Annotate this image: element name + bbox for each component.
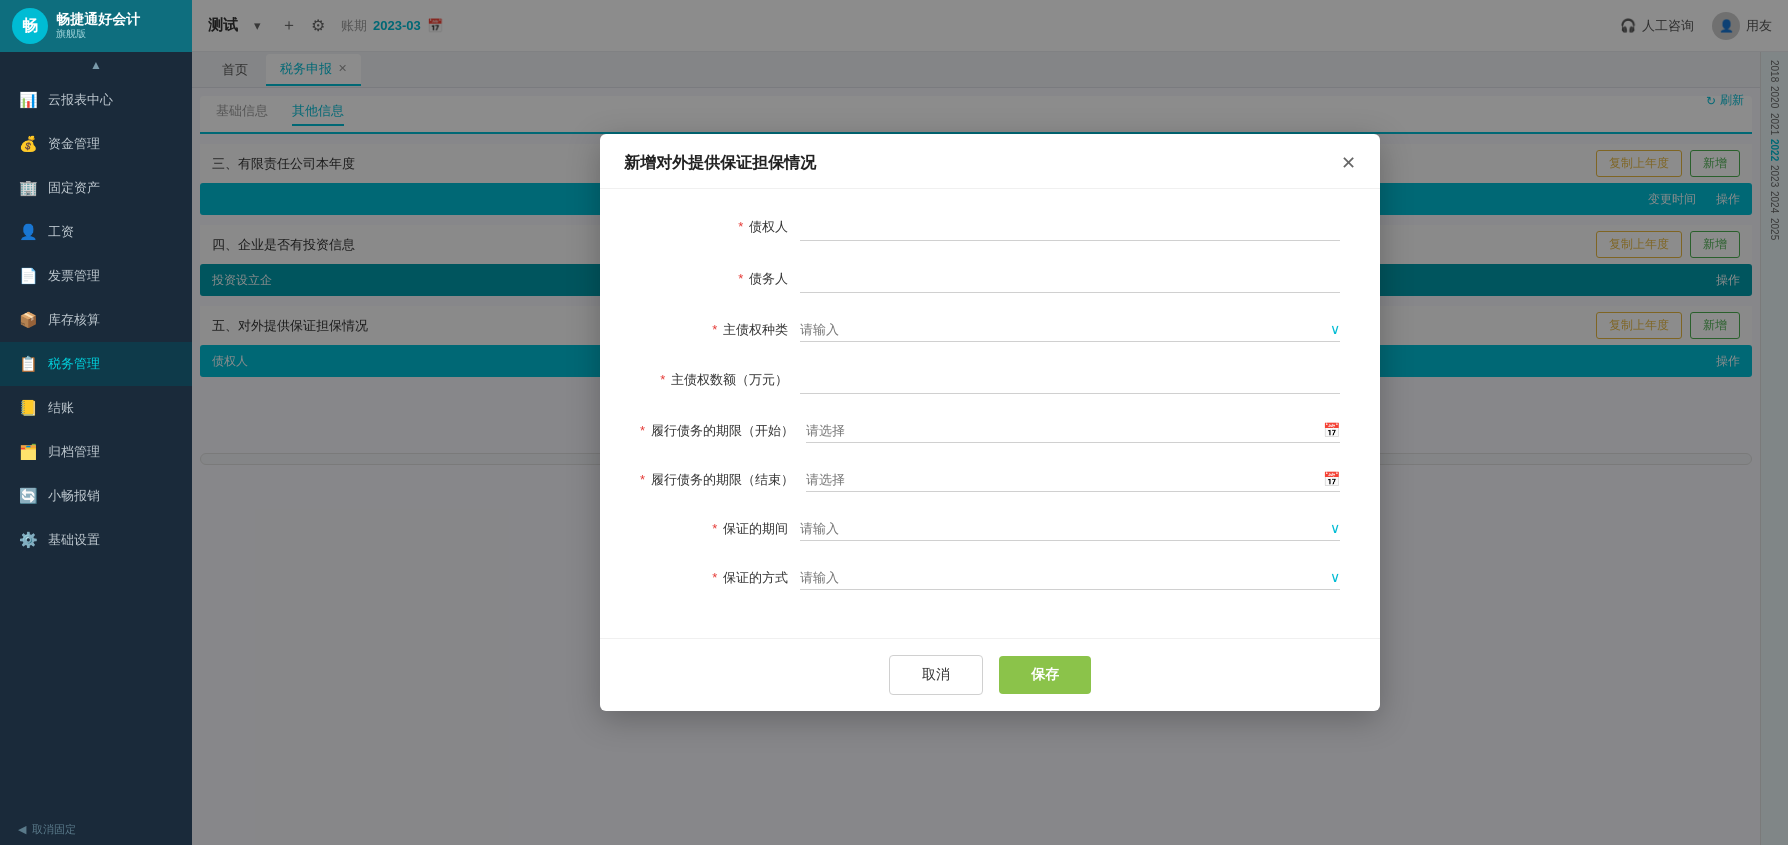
dialog-close-button[interactable]: ✕ (1341, 152, 1356, 174)
sidebar-item-label: 归档管理 (48, 443, 100, 461)
unpin-label: 取消固定 (32, 822, 76, 837)
unpin-icon: ◀ (18, 823, 26, 836)
period-start-label: * 履行债务的期限（开始） (640, 422, 806, 440)
sidebar-item-yunbaobiao[interactable]: 📊 云报表中心 (0, 78, 192, 122)
sidebar-item-label: 税务管理 (48, 355, 100, 373)
debt-type-input[interactable] (800, 322, 1330, 337)
debt-type-select-wrapper: ∨ (800, 317, 1340, 342)
yunbaobiao-icon: 📊 (18, 90, 38, 110)
sidebar: 畅 畅捷通好会计 旗舰版 ▲ 📊 云报表中心 💰 资金管理 🏢 固定资产 👤 (0, 0, 192, 845)
debt-type-dropdown-icon[interactable]: ∨ (1330, 321, 1340, 337)
kucun-icon: 📦 (18, 310, 38, 330)
debt-amount-label: * 主债权数额（万元） (640, 371, 800, 389)
debt-type-label: * 主债权种类 (640, 321, 800, 339)
dialog-footer: 取消 保存 (600, 638, 1380, 711)
sidebar-header: 畅 畅捷通好会计 旗舰版 (0, 0, 192, 52)
app-logo: 畅 (12, 8, 48, 44)
app-subtitle: 旗舰版 (56, 27, 140, 41)
form-row-creditor: * 债权人 (640, 213, 1340, 241)
required-star: * (738, 219, 743, 234)
save-button[interactable]: 保存 (999, 656, 1091, 694)
period-end-input[interactable] (806, 472, 1323, 487)
creditor-input[interactable] (800, 213, 1340, 241)
form-row-period-end: * 履行债务的期限（结束） 📅 (640, 467, 1340, 492)
sidebar-item-gongzi[interactable]: 👤 工资 (0, 210, 192, 254)
sidebar-bottom[interactable]: ◀ 取消固定 (0, 814, 192, 845)
sidebar-item-fapiao[interactable]: 📄 发票管理 (0, 254, 192, 298)
required-star: * (712, 322, 717, 337)
debtor-input[interactable] (800, 265, 1340, 293)
form-row-guarantee-period: * 保证的期间 ∨ (640, 516, 1340, 541)
period-start-input[interactable] (806, 423, 1323, 438)
dialog: 新增对外提供保证担保情况 ✕ * 债权人 * (600, 134, 1380, 711)
sidebar-scroll-up[interactable]: ▲ (0, 52, 192, 78)
main-content: 测试 ▾ ＋ ⚙ 账期 2023-03 📅 🎧 人工咨询 👤 (192, 0, 1788, 845)
guarantee-period-input[interactable] (800, 521, 1330, 536)
sidebar-item-guidang[interactable]: 🗂️ 归档管理 (0, 430, 192, 474)
fapiao-icon: 📄 (18, 266, 38, 286)
sidebar-item-label: 工资 (48, 223, 74, 241)
period-end-calendar-icon[interactable]: 📅 (1323, 471, 1340, 487)
period-end-wrapper: 📅 (806, 467, 1340, 492)
guarantee-method-label: * 保证的方式 (640, 569, 800, 587)
debtor-label: * 债务人 (640, 270, 800, 288)
sidebar-nav: 📊 云报表中心 💰 资金管理 🏢 固定资产 👤 工资 📄 发票管理 📦 (0, 78, 192, 814)
sidebar-item-shuiwu[interactable]: 📋 税务管理 (0, 342, 192, 386)
guarantee-method-input[interactable] (800, 570, 1330, 585)
sidebar-item-label: 基础设置 (48, 531, 100, 549)
guarantee-method-select-wrapper: ∨ (800, 565, 1340, 590)
gongzi-icon: 👤 (18, 222, 38, 242)
period-end-label: * 履行债务的期限（结束） (640, 471, 806, 489)
app-title: 畅捷通好会计 (56, 11, 140, 28)
sidebar-item-label: 固定资产 (48, 179, 100, 197)
cancel-button[interactable]: 取消 (889, 655, 983, 695)
zijin-icon: 💰 (18, 134, 38, 154)
sidebar-item-kucun[interactable]: 📦 库存核算 (0, 298, 192, 342)
required-star: * (640, 472, 645, 487)
debt-amount-input[interactable] (800, 366, 1340, 394)
sidebar-item-zijin[interactable]: 💰 资金管理 (0, 122, 192, 166)
sidebar-item-gudingzichan[interactable]: 🏢 固定资产 (0, 166, 192, 210)
sidebar-item-jichushezhi[interactable]: ⚙️ 基础设置 (0, 518, 192, 562)
form-row-period-start: * 履行债务的期限（开始） 📅 (640, 418, 1340, 443)
guarantee-period-dropdown-icon[interactable]: ∨ (1330, 520, 1340, 536)
gudingzichan-icon: 🏢 (18, 178, 38, 198)
required-star: * (712, 521, 717, 536)
jiezhang-icon: 📒 (18, 398, 38, 418)
required-star: * (660, 372, 665, 387)
guarantee-method-dropdown-icon[interactable]: ∨ (1330, 569, 1340, 585)
required-star: * (738, 271, 743, 286)
sidebar-item-label: 小畅报销 (48, 487, 100, 505)
period-start-wrapper: 📅 (806, 418, 1340, 443)
sidebar-item-label: 库存核算 (48, 311, 100, 329)
required-star: * (640, 423, 645, 438)
dialog-title: 新增对外提供保证担保情况 (624, 153, 816, 174)
guarantee-period-label: * 保证的期间 (640, 520, 800, 538)
form-row-guarantee-method: * 保证的方式 ∨ (640, 565, 1340, 590)
sidebar-item-label: 结账 (48, 399, 74, 417)
dialog-body: * 债权人 * 债务人 (600, 189, 1380, 638)
jichushezhi-icon: ⚙️ (18, 530, 38, 550)
shuiwu-icon: 📋 (18, 354, 38, 374)
dialog-overlay: 新增对外提供保证担保情况 ✕ * 债权人 * (192, 0, 1788, 845)
sidebar-item-xiaochang[interactable]: 🔄 小畅报销 (0, 474, 192, 518)
sidebar-item-jiezhang[interactable]: 📒 结账 (0, 386, 192, 430)
sidebar-item-label: 云报表中心 (48, 91, 113, 109)
required-star: * (712, 570, 717, 585)
xiaochang-icon: 🔄 (18, 486, 38, 506)
form-row-debt-type: * 主债权种类 ∨ (640, 317, 1340, 342)
period-start-calendar-icon[interactable]: 📅 (1323, 422, 1340, 438)
guarantee-period-select-wrapper: ∨ (800, 516, 1340, 541)
guidang-icon: 🗂️ (18, 442, 38, 462)
creditor-label: * 债权人 (640, 218, 800, 236)
dialog-header: 新增对外提供保证担保情况 ✕ (600, 134, 1380, 189)
form-row-debtor: * 债务人 (640, 265, 1340, 293)
sidebar-item-label: 发票管理 (48, 267, 100, 285)
form-row-debt-amount: * 主债权数额（万元） (640, 366, 1340, 394)
sidebar-item-label: 资金管理 (48, 135, 100, 153)
